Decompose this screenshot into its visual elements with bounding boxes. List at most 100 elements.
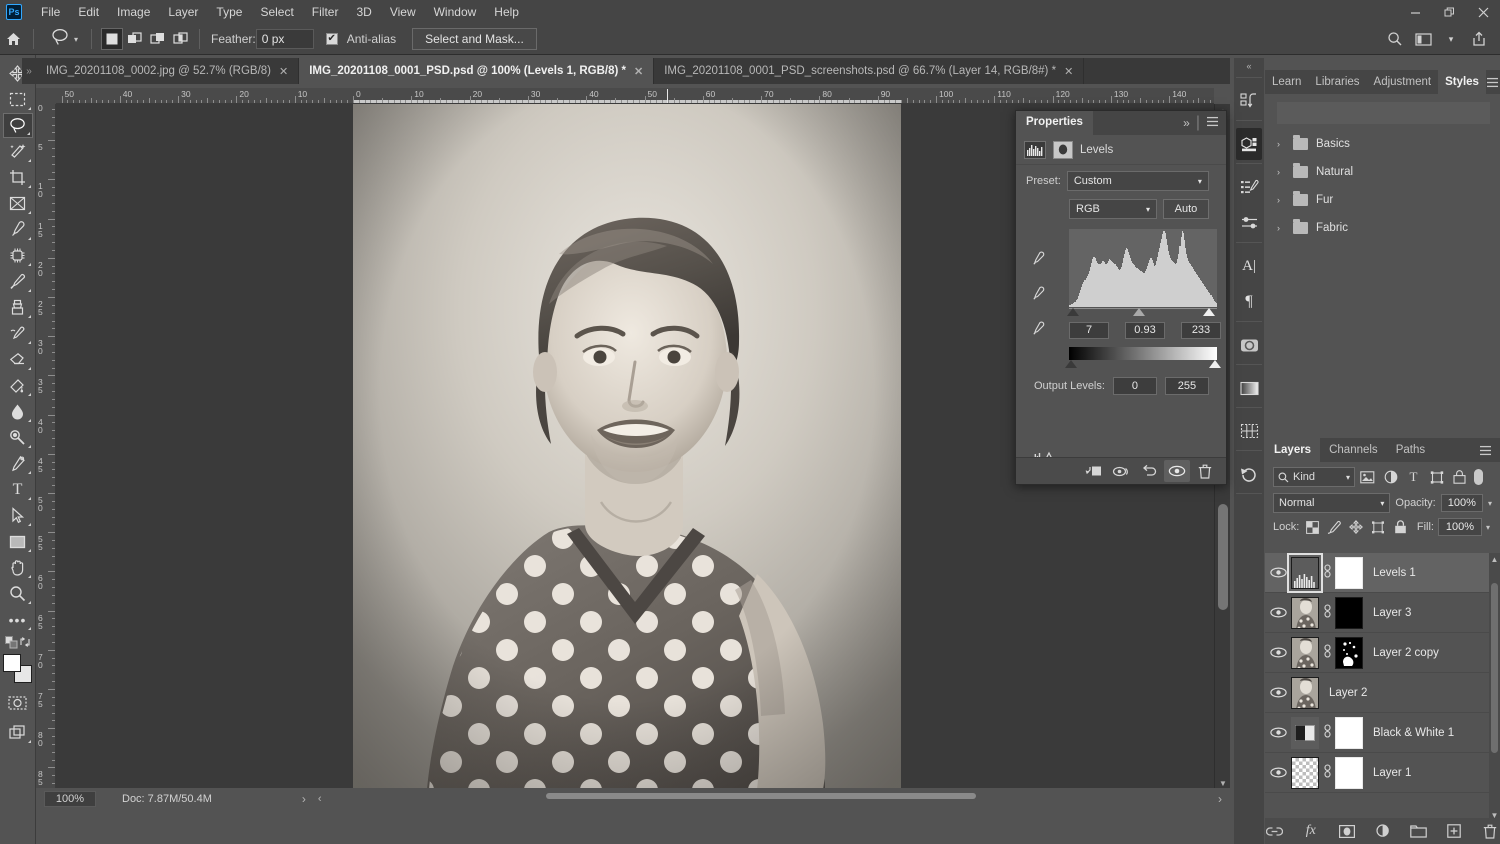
layer-mask-thumbnail[interactable] — [1335, 636, 1363, 669]
output-black-value[interactable]: 0 — [1112, 377, 1157, 395]
menu-3d[interactable]: 3D — [347, 2, 380, 22]
tab-scroll-left[interactable]: » — [22, 58, 36, 84]
double-chevron-right-icon[interactable]: » — [1183, 116, 1190, 130]
document-tab-1[interactable]: IMG_20201108_0001_PSD.psd @ 100% (Levels… — [299, 58, 655, 84]
highlight-input-value[interactable]: 233 — [1181, 322, 1221, 339]
layer-visibility-icon[interactable] — [1265, 647, 1291, 658]
tab-layers[interactable]: Layers — [1265, 438, 1321, 462]
view-previous-state-icon[interactable] — [1108, 460, 1134, 482]
intersect-selection-button[interactable] — [170, 28, 192, 50]
toggle-layer-filtering[interactable] — [1472, 467, 1485, 487]
filter-pixel-icon[interactable] — [1357, 467, 1378, 487]
foreground-color-swatch[interactable] — [2, 654, 21, 672]
layer-thumbnail[interactable] — [1291, 676, 1319, 709]
subtract-from-selection-button[interactable] — [147, 28, 169, 50]
minimize-button[interactable] — [1398, 0, 1432, 24]
layer-mask-thumbnail[interactable] — [1335, 716, 1363, 749]
layer-thumbnail[interactable] — [1291, 716, 1319, 749]
link-mask-icon[interactable] — [1319, 644, 1335, 661]
preset-select[interactable]: Custom ▾ — [1066, 171, 1209, 191]
layer-mask-thumbnail[interactable] — [1335, 556, 1363, 589]
menu-layer[interactable]: Layer — [159, 2, 207, 22]
channel-select[interactable]: RGB ▾ — [1069, 199, 1157, 219]
horizontal-ruler[interactable]: 50 40 30 20 10 0 10 20 30 40 50 60 70 80 90 100 110 120 13… — [56, 88, 1214, 104]
camera-raw-filter-icon[interactable] — [1236, 329, 1262, 361]
clone-stamp-tool[interactable] — [3, 295, 33, 320]
layer-row[interactable]: Levels 1 — [1265, 553, 1500, 593]
actions-panel-icon[interactable] — [1236, 171, 1262, 203]
chevron-down-icon[interactable]: ▾ — [1438, 27, 1464, 51]
anti-alias-checkbox[interactable]: ✔ — [325, 33, 338, 45]
menu-select[interactable]: Select — [251, 2, 302, 22]
layer-thumbnail[interactable] — [1291, 596, 1319, 629]
menu-filter[interactable]: Filter — [303, 2, 348, 22]
close-icon[interactable]: ✕ — [279, 65, 288, 78]
blend-mode-select[interactable]: Normal ▾ — [1273, 493, 1391, 513]
search-icon[interactable] — [1382, 27, 1408, 51]
layer-mask-thumbnail[interactable] — [1335, 756, 1363, 789]
document-tab-2[interactable]: IMG_20201108_0001_PSD_screenshots.psd @ … — [654, 58, 1085, 84]
zoom-tool[interactable] — [3, 581, 33, 606]
panel-menu-icon[interactable] — [1206, 114, 1219, 132]
menu-help[interactable]: Help — [485, 2, 528, 22]
eyedropper-tool[interactable] — [3, 217, 33, 242]
paragraph-panel-icon[interactable]: ¶ — [1236, 286, 1262, 318]
feather-input[interactable]: 0 px — [255, 29, 314, 49]
history-panel-icon[interactable] — [1236, 85, 1262, 117]
patterns-panel-icon[interactable] — [1236, 415, 1262, 447]
layer-visibility-icon[interactable] — [1265, 687, 1291, 698]
new-selection-button[interactable] — [101, 28, 124, 50]
layer-thumbnail[interactable] — [1291, 636, 1319, 669]
link-mask-icon[interactable] — [1319, 564, 1335, 581]
levels-histogram[interactable] — [1069, 229, 1217, 307]
opacity-input[interactable]: 100% — [1440, 494, 1483, 512]
anti-alias-checkbox-group[interactable]: ✔ Anti-alias — [325, 32, 396, 46]
layer-thumbnail[interactable] — [1291, 756, 1319, 789]
lasso-tool[interactable] — [2, 113, 33, 138]
tab-channels[interactable]: Channels — [1320, 438, 1387, 462]
menu-type[interactable]: Type — [207, 2, 251, 22]
midtone-input-value[interactable]: 0.93 — [1125, 322, 1165, 339]
layer-row[interactable]: Layer 1 — [1265, 753, 1500, 793]
dodge-tool[interactable] — [3, 425, 33, 450]
new-group-icon[interactable] — [1408, 821, 1428, 841]
hand-tool[interactable] — [3, 555, 33, 580]
lock-position-icon[interactable] — [1347, 518, 1365, 536]
chevron-down-icon[interactable]: ▾ — [1488, 499, 1492, 508]
tool-preset-picker[interactable]: ▾ — [45, 26, 84, 53]
auto-button[interactable]: Auto — [1163, 199, 1209, 219]
midtone-input-slider[interactable] — [1133, 308, 1145, 319]
lock-all-icon[interactable] — [1391, 518, 1409, 536]
set-gray-point-eyedropper[interactable] — [1030, 286, 1046, 307]
close-icon[interactable]: ✕ — [1064, 65, 1073, 78]
restore-button[interactable] — [1432, 0, 1466, 24]
filter-smart-object-icon[interactable] — [1449, 467, 1470, 487]
tab-adjustment[interactable]: Adjustment — [1367, 70, 1439, 94]
collapse-panels-icon[interactable]: « — [1234, 58, 1264, 74]
horizontal-scroll-thumb[interactable] — [546, 793, 976, 799]
menu-window[interactable]: Window — [425, 2, 486, 22]
tab-learn[interactable]: Learn — [1265, 70, 1308, 94]
filter-shape-icon[interactable] — [1426, 467, 1447, 487]
lock-transparent-pixels-icon[interactable] — [1303, 518, 1321, 536]
styles-search-bar[interactable] — [1277, 102, 1490, 124]
output-black-slider[interactable] — [1065, 360, 1077, 371]
layer-mask-thumbnail[interactable] — [1335, 596, 1363, 629]
layer-thumbnail[interactable] — [1287, 553, 1323, 593]
character-panel-icon[interactable]: A| — [1236, 250, 1262, 282]
delete-layer-icon[interactable] — [1480, 821, 1500, 841]
share-icon[interactable] — [1466, 27, 1492, 51]
gradient-tool[interactable] — [3, 373, 33, 398]
scroll-up-icon[interactable]: ▲ — [1489, 553, 1500, 565]
delete-adjustment-layer-icon[interactable] — [1192, 460, 1218, 482]
adjustments-panel-icon[interactable] — [1236, 207, 1262, 239]
3d-panel-icon[interactable] — [1236, 128, 1262, 160]
filter-adjustment-icon[interactable] — [1380, 467, 1401, 487]
canvas-horizontal-scrollbar[interactable] — [36, 792, 1230, 806]
levels-histogram-icon[interactable] — [1024, 140, 1046, 159]
add-to-selection-button[interactable] — [124, 28, 146, 50]
highlight-input-slider[interactable] — [1203, 308, 1215, 319]
blur-tool[interactable] — [3, 399, 33, 424]
quick-mask-mode-icon[interactable] — [3, 690, 33, 715]
history-states-icon[interactable] — [1236, 458, 1262, 490]
